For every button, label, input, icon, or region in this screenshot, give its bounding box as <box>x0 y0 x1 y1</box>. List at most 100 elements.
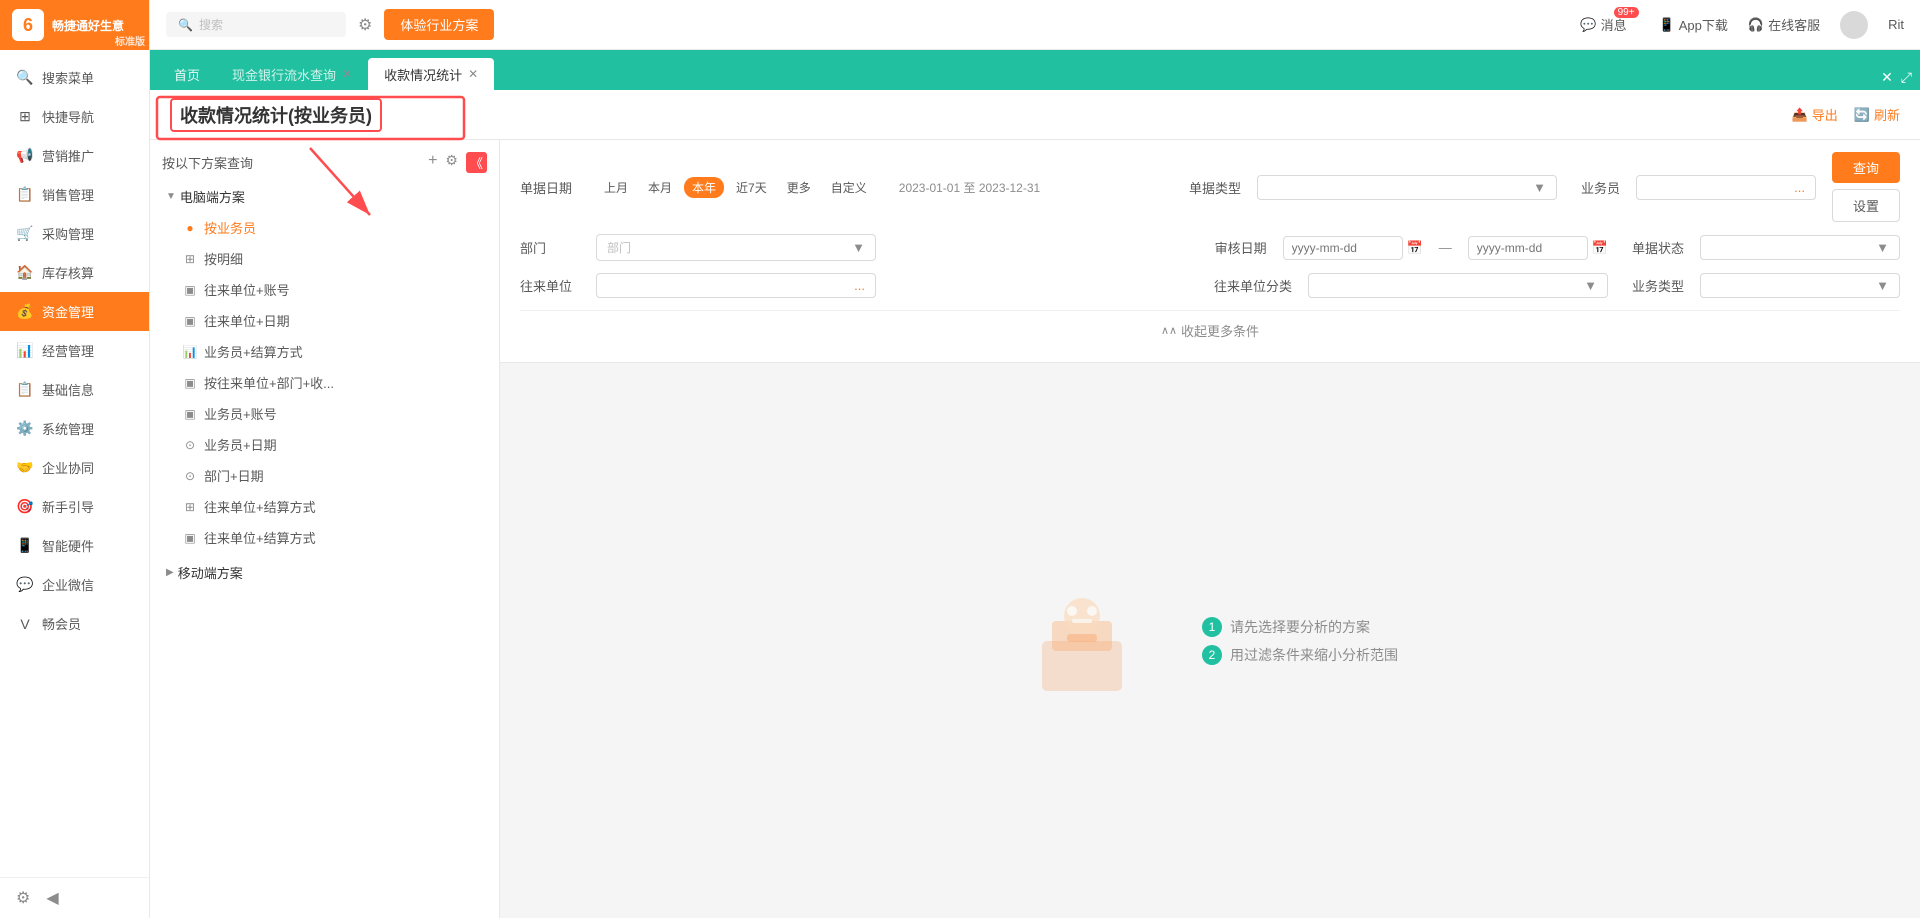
filter-panel-header: 按以下方案查询 + ⚙ 《 <box>150 152 499 181</box>
tab-bar: 首页 现金银行流水查询 ✕ 收款情况统计 ✕ ✕ ⤢ <box>150 50 1920 90</box>
dept-select[interactable]: 部门 ▼ <box>596 234 876 261</box>
unit-more[interactable]: ... <box>854 278 865 293</box>
top-bar-right: 💬 消息 99+ 📱 App下载 🎧 在线客服 Rit <box>1580 11 1904 39</box>
user-name[interactable]: Rit <box>1888 17 1904 32</box>
collapse-sidebar-icon[interactable]: ◀ <box>46 888 58 908</box>
refresh-button[interactable]: 🔄 刷新 <box>1854 105 1900 124</box>
desktop-scheme-group: ▼ 电脑端方案 ● 按业务员 ⊞ 按明细 <box>158 181 491 553</box>
scheme-collapse-icon[interactable]: 《 <box>466 152 487 173</box>
trial-button[interactable]: 体验行业方案 <box>384 9 494 40</box>
filter-panel: 按以下方案查询 + ⚙ 《 ▼ 电脑端方案 <box>150 140 500 918</box>
guide-icon: 🎯 <box>16 498 34 516</box>
sidebar-item-finance[interactable]: 💰 资金管理 <box>0 292 149 331</box>
audit-date-from: 📅 <box>1283 236 1423 260</box>
tab-close-receipt-stats[interactable]: ✕ <box>468 67 478 81</box>
scheme-settings-icon[interactable]: ⚙ <box>445 152 458 173</box>
date-dash: — <box>1439 240 1452 255</box>
scheme-item-unit-date[interactable]: ▣ 往来单位+日期 <box>174 305 491 336</box>
online-service-item[interactable]: 🎧 在线客服 <box>1748 15 1820 34</box>
date-tab-last-month[interactable]: 上月 <box>596 177 636 198</box>
salesperson-select[interactable]: ... <box>1636 175 1816 200</box>
tab-home[interactable]: 首页 <box>158 58 216 90</box>
sidebar-item-marketing[interactable]: 📢 营销推广 <box>0 136 149 175</box>
biz-type-label: 业务类型 <box>1632 276 1684 295</box>
hardware-icon: 📱 <box>16 537 34 555</box>
settings-icon[interactable]: ⚙ <box>358 15 372 35</box>
audit-date-to-input[interactable] <box>1468 236 1588 260</box>
scheme-item-unit-dept-recv[interactable]: ▣ 按往来单位+部门+收... <box>174 367 491 398</box>
user-avatar[interactable] <box>1840 11 1868 39</box>
sidebar-item-purchase[interactable]: 🛒 采购管理 <box>0 214 149 253</box>
sidebar-item-basicinfo[interactable]: 📋 基础信息 <box>0 370 149 409</box>
salesperson-more[interactable]: ... <box>1794 180 1805 195</box>
sidebar-item-inventory[interactable]: 🏠 库存核算 <box>0 253 149 292</box>
desktop-scheme-items: ● 按业务员 ⊞ 按明细 ▣ 往来单位+账号 <box>158 212 491 553</box>
sidebar-item-enterprise[interactable]: 🤝 企业协同 <box>0 448 149 487</box>
scheme-item-salesperson-date[interactable]: ⊙ 业务员+日期 <box>174 429 491 460</box>
date-tab-more[interactable]: 更多 <box>779 177 819 198</box>
tip-1-number: 1 <box>1202 617 1222 637</box>
tab-receipt-stats[interactable]: 收款情况统计 ✕ <box>368 58 494 90</box>
date-tab-7days[interactable]: 近7天 <box>728 177 775 198</box>
sidebar-item-wechat[interactable]: 💬 企业微信 <box>0 565 149 604</box>
calendar-icon-1[interactable]: 📅 <box>1407 240 1423 256</box>
calendar-icon-2[interactable]: 📅 <box>1592 240 1608 256</box>
sidebar-item-search[interactable]: 🔍 搜索菜单 <box>0 58 149 97</box>
salesperson-account-icon: ▣ <box>182 406 198 422</box>
scheme-item-salesperson-account[interactable]: ▣ 业务员+账号 <box>174 398 491 429</box>
mobile-group-header[interactable]: ▶ 移动端方案 <box>158 557 491 588</box>
messages-item[interactable]: 💬 消息 99+ <box>1580 15 1626 34</box>
sidebar-item-operations[interactable]: 📊 经营管理 <box>0 331 149 370</box>
date-tab-this-month[interactable]: 本月 <box>640 177 680 198</box>
unit-category-select[interactable]: ▼ <box>1308 273 1608 298</box>
date-tabs: 上月 本月 本年 近7天 更多 自定义 <box>596 177 875 198</box>
type-select-arrow: ▼ <box>1533 180 1546 195</box>
tab-close-all-icon[interactable]: ✕ <box>1881 69 1893 86</box>
tip-1-text: 请先选择要分析的方案 <box>1230 617 1370 637</box>
biz-type-select[interactable]: ▼ <box>1700 273 1900 298</box>
sidebar-item-hardware[interactable]: 📱 智能硬件 <box>0 526 149 565</box>
status-select[interactable]: ▼ <box>1700 235 1900 260</box>
tab-close-bank-flow[interactable]: ✕ <box>342 67 352 81</box>
page-actions: 📤 导出 🔄 刷新 <box>1792 105 1900 124</box>
scheme-item-by-salesperson[interactable]: ● 按业务员 <box>174 212 491 243</box>
add-scheme-icon[interactable]: + <box>428 152 437 173</box>
app-download-item[interactable]: 📱 App下载 <box>1659 15 1728 34</box>
type-select[interactable]: ▼ <box>1257 175 1557 200</box>
empty-tips: 1 请先选择要分析的方案 2 用过滤条件来缩小分析范围 <box>1202 617 1398 665</box>
date-tab-this-year[interactable]: 本年 <box>684 177 724 198</box>
unit-settle2-icon: ▣ <box>182 530 198 546</box>
main-content: 🔍 搜索 ⚙ 体验行业方案 💬 消息 99+ 📱 App下载 🎧 <box>150 0 1920 918</box>
tab-expand-icon[interactable]: ⤢ <box>1901 69 1912 86</box>
tab-bank-flow[interactable]: 现金银行流水查询 ✕ <box>216 58 368 90</box>
scheme-item-unit-settle2[interactable]: ▣ 往来单位+结算方式 <box>174 522 491 553</box>
sidebar-item-quicknav[interactable]: ⊞ 快捷导航 <box>0 97 149 136</box>
sidebar-item-sales[interactable]: 📋 销售管理 <box>0 175 149 214</box>
sidebar-item-guide[interactable]: 🎯 新手引导 <box>0 487 149 526</box>
query-button[interactable]: 查询 <box>1832 152 1900 183</box>
collapse-more-btn[interactable]: ∧∧ 收起更多条件 <box>520 310 1900 350</box>
scheme-item-unit-settle1[interactable]: ⊞ 往来单位+结算方式 <box>174 491 491 522</box>
member-icon: V <box>16 615 34 633</box>
scheme-item-dept-date[interactable]: ⊙ 部门+日期 <box>174 460 491 491</box>
mobile-scheme-group: ▶ 移动端方案 <box>158 557 491 588</box>
megaphone-icon: 📢 <box>16 147 34 165</box>
audit-date-from-input[interactable] <box>1283 236 1403 260</box>
mobile-group-arrow: ▶ <box>166 567 174 578</box>
enterprise-icon: 🤝 <box>16 459 34 477</box>
search-box[interactable]: 🔍 搜索 <box>166 12 346 37</box>
filter-panel-actions: + ⚙ 《 <box>428 152 487 173</box>
settings-button[interactable]: 设置 <box>1832 189 1900 222</box>
unit-select[interactable]: ... <box>596 273 876 298</box>
desktop-group-header[interactable]: ▼ 电脑端方案 <box>158 181 491 212</box>
sidebar-item-member[interactable]: V 畅会员 <box>0 604 149 643</box>
scheme-item-unit-account[interactable]: ▣ 往来单位+账号 <box>174 274 491 305</box>
sidebar-item-system[interactable]: ⚙️ 系统管理 <box>0 409 149 448</box>
scheme-item-by-detail[interactable]: ⊞ 按明细 <box>174 243 491 274</box>
unit-account-icon: ▣ <box>182 282 198 298</box>
type-label: 单据类型 <box>1189 178 1241 197</box>
date-tab-custom[interactable]: 自定义 <box>823 177 875 198</box>
scheme-item-salesperson-settle[interactable]: 📊 业务员+结算方式 <box>174 336 491 367</box>
settings-bottom-icon[interactable]: ⚙ <box>16 888 30 908</box>
export-button[interactable]: 📤 导出 <box>1792 105 1838 124</box>
